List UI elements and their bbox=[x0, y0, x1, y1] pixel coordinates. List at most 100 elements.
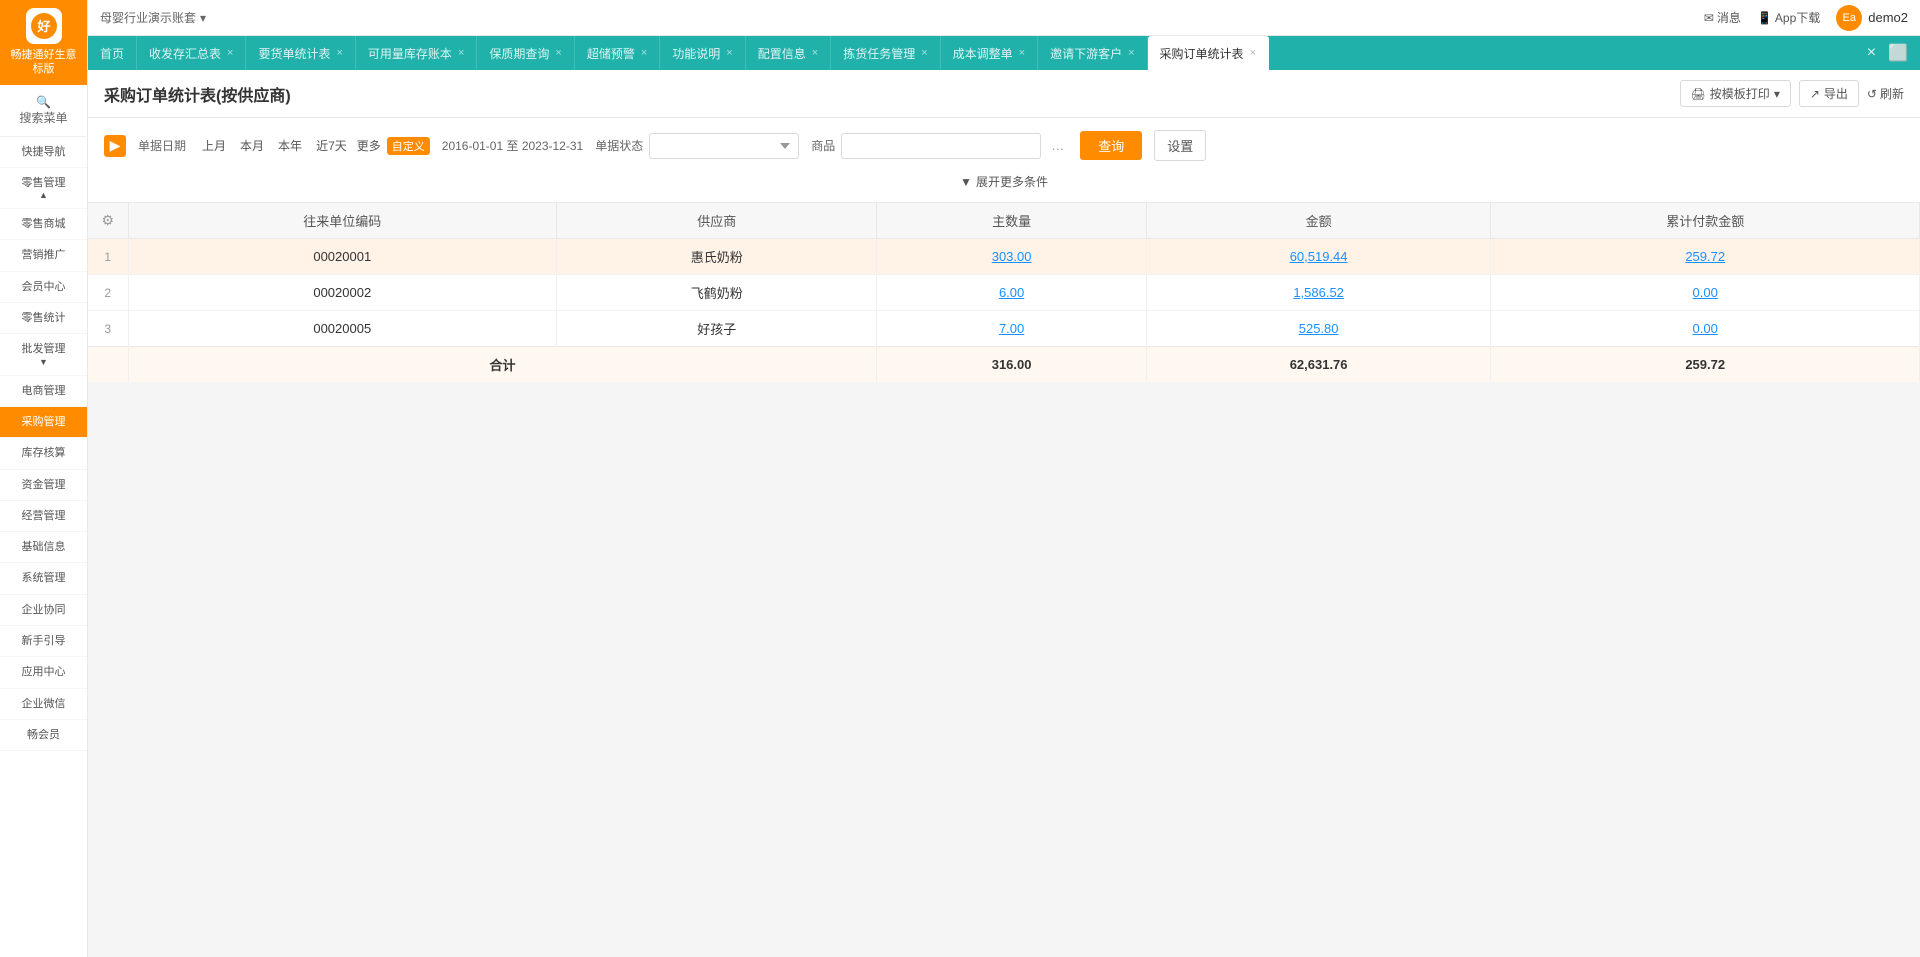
column-settings-button[interactable]: ⚙ bbox=[101, 212, 114, 229]
row-amount[interactable]: 60,519.44 bbox=[1146, 239, 1491, 275]
column-amount: 金额 bbox=[1146, 203, 1491, 239]
search-menu-button[interactable]: 🔍 搜索菜单 bbox=[8, 91, 79, 130]
tab-order-summary[interactable]: 要货单统计表 × bbox=[246, 36, 355, 70]
sidebar-item-purchase[interactable]: 采购管理 bbox=[0, 407, 87, 438]
tab-config-close-icon[interactable]: × bbox=[812, 47, 818, 59]
tab-overstock[interactable]: 超储预警 × bbox=[575, 36, 660, 70]
sidebar-item-newbie[interactable]: 新手引导 bbox=[0, 626, 87, 657]
goods-filter-label: 商品 bbox=[811, 137, 835, 154]
triangle-right-icon: ▶ bbox=[110, 137, 121, 154]
tab-cost-adjust-close-icon[interactable]: × bbox=[1019, 47, 1025, 59]
message-label: 消息 bbox=[1717, 9, 1741, 26]
data-table: ⚙ 往来单位编码 供应商 主数量 金额 累计付款金额 1 00020001 惠氏… bbox=[88, 203, 1920, 382]
export-button[interactable]: ↗ 导出 bbox=[1799, 80, 1859, 107]
row-qty[interactable]: 7.00 bbox=[877, 311, 1146, 347]
sidebar-item-finance[interactable]: 资金管理 bbox=[0, 470, 87, 501]
status-filter-field: 单据状态 bbox=[595, 133, 799, 159]
topbar-right: ✉ 消息 📱 App下载 Ea demo2 bbox=[1704, 5, 1908, 31]
app-download-button[interactable]: 📱 App下载 bbox=[1757, 9, 1820, 26]
date-custom-badge[interactable]: 自定义 bbox=[387, 137, 430, 155]
column-settings[interactable]: ⚙ bbox=[88, 203, 128, 239]
date-shortcut-this-year[interactable]: 本年 bbox=[274, 135, 306, 156]
row-paid[interactable]: 259.72 bbox=[1491, 239, 1920, 275]
sidebar-item-wholesale[interactable]: 批发管理 ▼ bbox=[0, 334, 87, 375]
tab-maximize-btn[interactable]: ⬜ bbox=[1884, 41, 1912, 65]
tab-config[interactable]: 配置信息 × bbox=[746, 36, 831, 70]
sidebar-item-wechat[interactable]: 企业微信 bbox=[0, 689, 87, 720]
row-num: 2 bbox=[88, 275, 128, 311]
tab-pick-task-label: 拣货任务管理 bbox=[843, 45, 915, 62]
row-paid[interactable]: 0.00 bbox=[1491, 275, 1920, 311]
tab-pick-task[interactable]: 拣货任务管理 × bbox=[831, 36, 940, 70]
print-button[interactable]: 🖨 按模板打印 ▾ bbox=[1680, 80, 1791, 107]
tab-stock-ledger-close-icon[interactable]: × bbox=[458, 47, 464, 59]
table-row: 3 00020005 好孩子 7.00 525.80 0.00 bbox=[88, 311, 1920, 347]
workspace-label: 母婴行业演示账套 bbox=[100, 9, 196, 26]
sidebar-item-retail-shop[interactable]: 零售商城 bbox=[0, 209, 87, 240]
date-shortcut-more[interactable]: 更多 bbox=[357, 137, 381, 154]
tab-stock-ledger[interactable]: 可用量库存账本 × bbox=[356, 36, 477, 70]
sidebar-item-retail[interactable]: 零售管理 ▲ bbox=[0, 168, 87, 209]
tab-order-summary-close-icon[interactable]: × bbox=[336, 47, 342, 59]
row-amount[interactable]: 525.80 bbox=[1146, 311, 1491, 347]
filter-toggle-button[interactable]: ▶ bbox=[104, 135, 126, 157]
tab-warranty-label: 保质期查询 bbox=[489, 45, 549, 62]
sidebar-item-member[interactable]: 会员中心 bbox=[0, 272, 87, 303]
message-button[interactable]: ✉ 消息 bbox=[1704, 9, 1741, 26]
date-shortcut-this-month[interactable]: 本月 bbox=[236, 135, 268, 156]
expand-more-button[interactable]: ▼ 展开更多条件 bbox=[960, 173, 1048, 190]
footer-amount: 62,631.76 bbox=[1146, 347, 1491, 383]
row-qty[interactable]: 6.00 bbox=[877, 275, 1146, 311]
status-filter-select[interactable] bbox=[649, 133, 799, 159]
avatar: Ea bbox=[1836, 5, 1862, 31]
sidebar-item-inventory[interactable]: 库存核算 bbox=[0, 438, 87, 469]
setting-button[interactable]: 设置 bbox=[1154, 130, 1206, 161]
tab-warranty[interactable]: 保质期查询 × bbox=[477, 36, 574, 70]
tab-close-btn[interactable]: × bbox=[1863, 42, 1880, 64]
workspace-selector[interactable]: 母婴行业演示账套 ▾ bbox=[100, 9, 206, 26]
search-menu-label: 搜索菜单 bbox=[19, 109, 67, 126]
sidebar-item-quick-nav[interactable]: 快捷导航 bbox=[0, 137, 87, 168]
sidebar-item-basic[interactable]: 基础信息 bbox=[0, 532, 87, 563]
sidebar-item-vip[interactable]: 畅会员 bbox=[0, 720, 87, 751]
tab-warranty-close-icon[interactable]: × bbox=[555, 47, 561, 59]
tab-pick-task-close-icon[interactable]: × bbox=[921, 47, 927, 59]
date-shortcut-7-days[interactable]: 近7天 bbox=[312, 135, 351, 156]
sidebar-item-retail-stat[interactable]: 零售统计 bbox=[0, 303, 87, 334]
tab-func-desc[interactable]: 功能说明 × bbox=[660, 36, 745, 70]
tab-cost-adjust[interactable]: 成本调整单 × bbox=[941, 36, 1038, 70]
tab-overstock-close-icon[interactable]: × bbox=[641, 47, 647, 59]
sidebar-item-marketing[interactable]: 营销推广 bbox=[0, 240, 87, 271]
row-amount[interactable]: 1,586.52 bbox=[1146, 275, 1491, 311]
date-shortcut-last-month[interactable]: 上月 bbox=[198, 135, 230, 156]
tab-func-desc-close-icon[interactable]: × bbox=[726, 47, 732, 59]
tab-collect[interactable]: 收发存汇总表 × bbox=[137, 36, 246, 70]
sidebar-item-system[interactable]: 系统管理 bbox=[0, 563, 87, 594]
query-button[interactable]: 查询 bbox=[1080, 131, 1142, 160]
tab-invite-down-close-icon[interactable]: × bbox=[1128, 47, 1134, 59]
date-shortcuts: 上月 本月 本年 近7天 更多 自定义 bbox=[198, 135, 430, 156]
page-content: 采购订单统计表(按供应商) 🖨 按模板打印 ▾ ↗ 导出 ↺ 刷新 bbox=[88, 70, 1920, 382]
refresh-button[interactable]: ↺ 刷新 bbox=[1867, 85, 1904, 102]
goods-filter-more-icon[interactable]: … bbox=[1047, 138, 1068, 153]
tab-purchase-summary-close-icon[interactable]: × bbox=[1250, 47, 1256, 59]
app-logo[interactable]: 好 畅捷通好生意 标版 bbox=[0, 0, 87, 85]
app-version: 标版 bbox=[4, 62, 83, 76]
tab-collect-label: 收发存汇总表 bbox=[149, 45, 221, 62]
status-filter-label: 单据状态 bbox=[595, 137, 643, 154]
sidebar-item-collab[interactable]: 企业协同 bbox=[0, 595, 87, 626]
tab-collect-close-icon[interactable]: × bbox=[227, 47, 233, 59]
goods-filter-input[interactable] bbox=[841, 133, 1041, 159]
row-paid[interactable]: 0.00 bbox=[1491, 311, 1920, 347]
row-code: 00020005 bbox=[128, 311, 557, 347]
sidebar-item-ops[interactable]: 经营管理 bbox=[0, 501, 87, 532]
row-qty[interactable]: 303.00 bbox=[877, 239, 1146, 275]
tab-home[interactable]: 首页 bbox=[88, 36, 137, 70]
user-menu-button[interactable]: Ea demo2 bbox=[1836, 5, 1908, 31]
sidebar-item-app-center[interactable]: 应用中心 bbox=[0, 657, 87, 688]
tab-purchase-summary[interactable]: 采购订单统计表 × bbox=[1148, 36, 1269, 70]
sidebar-item-ecommerce[interactable]: 电商管理 bbox=[0, 376, 87, 407]
date-range-display: 2016-01-01 至 2023-12-31 bbox=[442, 137, 583, 154]
footer-empty bbox=[88, 347, 128, 383]
tab-invite-down[interactable]: 邀请下游客户 × bbox=[1038, 36, 1147, 70]
